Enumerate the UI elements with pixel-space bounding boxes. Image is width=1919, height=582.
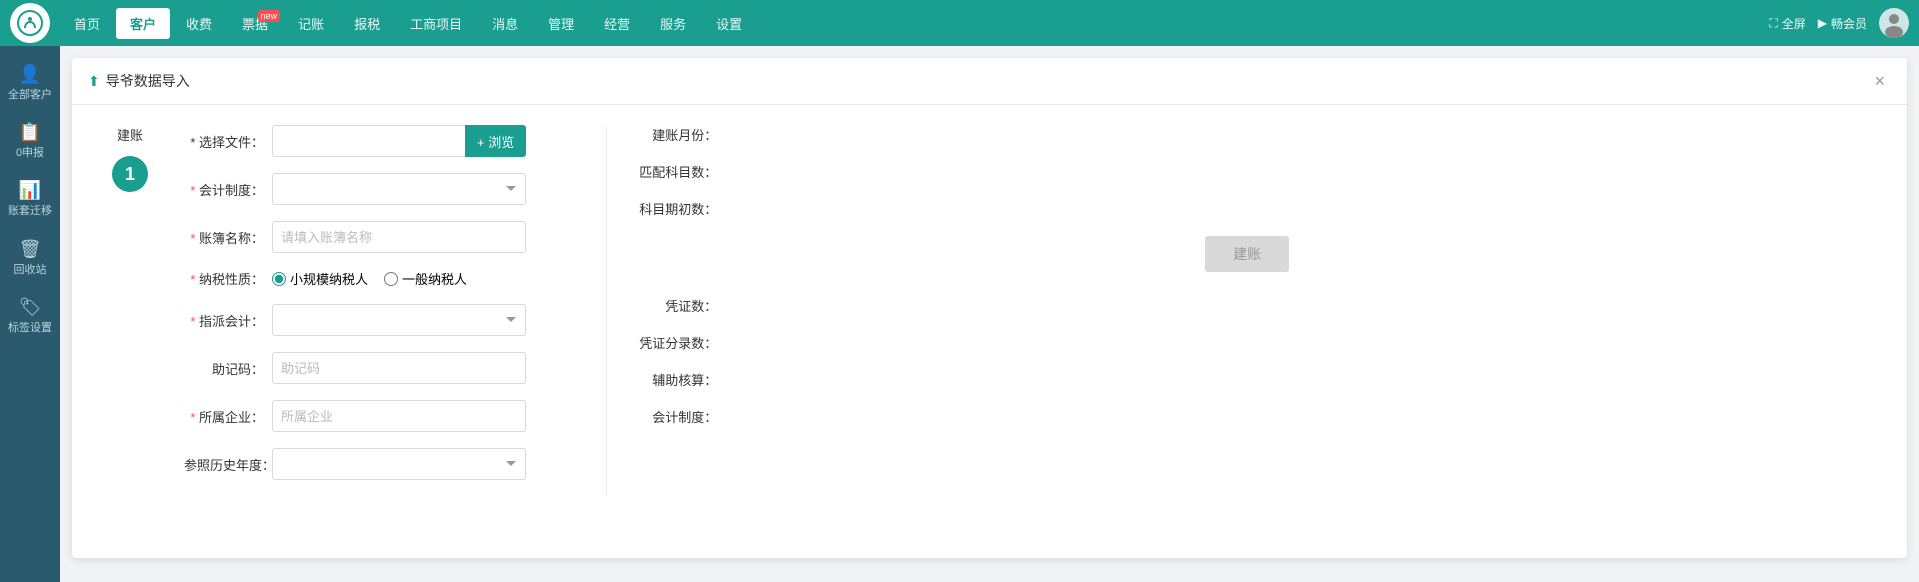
build-btn-area: 建账 bbox=[627, 236, 1867, 272]
build-month-label: 建账月份： bbox=[627, 125, 717, 144]
upload-icon: ⬆ bbox=[88, 73, 100, 90]
auxiliary-row: 辅助核算： bbox=[627, 370, 1867, 389]
tax-small-scale-label: 小规模纳税人 bbox=[290, 269, 368, 288]
company-row: 所属企业： bbox=[184, 400, 526, 432]
dialog-title: ⬆ 导爷数据导入 bbox=[88, 71, 190, 91]
fullscreen-icon: ⛶ bbox=[1769, 16, 1777, 31]
nav-item-messages[interactable]: 消息 bbox=[478, 8, 532, 39]
nav-item-home[interactable]: 首页 bbox=[60, 8, 114, 39]
play-icon: ▶ bbox=[1818, 16, 1827, 30]
company-input[interactable] bbox=[272, 400, 526, 432]
assign-accountant-label: 指派会计： bbox=[184, 311, 264, 330]
sidebar-item-all-clients[interactable]: 👤 全部客户 bbox=[2, 56, 58, 110]
form-spacer bbox=[546, 125, 586, 496]
match-subjects-label: 匹配科目数： bbox=[627, 162, 717, 181]
user-avatar[interactable] bbox=[1879, 8, 1909, 38]
voucher-count-row: 凭证数： bbox=[627, 296, 1867, 315]
account-system-row: 会计制度： bbox=[184, 173, 526, 205]
tax-type-radio-group: 小规模纳税人 一般纳税人 bbox=[272, 269, 467, 288]
member-button[interactable]: ▶ 畅会员 bbox=[1818, 15, 1867, 32]
nav-item-clients[interactable]: 客户 bbox=[116, 8, 170, 39]
sidebar-item-account-migrate[interactable]: 📊 账套迁移 bbox=[2, 172, 58, 226]
match-subjects-row: 匹配科目数： bbox=[627, 162, 1867, 181]
tax-small-scale-radio[interactable] bbox=[272, 272, 286, 286]
voucher-entries-row: 凭证分录数： bbox=[627, 333, 1867, 352]
account-migrate-icon: 📊 bbox=[19, 180, 41, 201]
main-content: ⬆ 导爷数据导入 × 建账 1 bbox=[60, 46, 1919, 582]
left-form: * 选择文件： + 浏览 会计制度： bbox=[184, 125, 526, 496]
nav-item-tax[interactable]: 报税 bbox=[340, 8, 394, 39]
dialog-close-button[interactable]: × bbox=[1868, 70, 1891, 92]
nav-right-actions: ⛶ 全屏 ▶ 畅会员 bbox=[1769, 8, 1909, 38]
nav-item-billing[interactable]: 收费 bbox=[172, 8, 226, 39]
tax-general-label: 一般纳税人 bbox=[402, 269, 467, 288]
dialog-body: 建账 1 * 选择文件： + 浏览 bbox=[72, 105, 1907, 516]
nav-item-operations[interactable]: 经营 bbox=[590, 8, 644, 39]
account-system-select[interactable] bbox=[272, 173, 526, 205]
left-sidebar: 👤 全部客户 📋 0申报 📊 账套迁移 🗑 回收站 🏷 标签设置 bbox=[0, 46, 60, 582]
subject-initial-label: 科目期初数： bbox=[627, 199, 717, 218]
auxiliary-label: 辅助核算： bbox=[627, 370, 717, 389]
right-panel: 建账月份： 匹配科目数： 科目期初数： 建账 bbox=[606, 125, 1867, 496]
sidebar-item-tag-setting[interactable]: 🏷 标签设置 bbox=[2, 289, 58, 343]
declaration-icon: 📋 bbox=[19, 122, 41, 143]
nav-item-business[interactable]: 工商项目 bbox=[396, 8, 476, 39]
company-label: 所属企业： bbox=[184, 407, 264, 426]
dialog-panel: ⬆ 导爷数据导入 × 建账 1 bbox=[72, 58, 1907, 558]
tax-general-option[interactable]: 一般纳税人 bbox=[384, 269, 467, 288]
ledger-name-input[interactable] bbox=[272, 221, 526, 253]
tag-icon: 🏷 bbox=[19, 297, 42, 318]
tax-small-scale-option[interactable]: 小规模纳税人 bbox=[272, 269, 368, 288]
top-navigation: 首页 客户 收费 票据 new 记账 报税 工商项目 消息 管理 经营 服务 设… bbox=[0, 0, 1919, 46]
right-accounting-system-label: 会计制度： bbox=[627, 407, 717, 426]
nav-item-services[interactable]: 服务 bbox=[646, 8, 700, 39]
assign-accountant-row: 指派会计： bbox=[184, 304, 526, 336]
sidebar-item-declaration[interactable]: 📋 0申报 bbox=[2, 114, 58, 168]
file-select-label: * 选择文件： bbox=[184, 132, 264, 151]
history-year-select[interactable] bbox=[272, 448, 526, 480]
all-clients-icon: 👤 bbox=[19, 64, 41, 85]
ledger-name-row: 账簿名称： bbox=[184, 221, 526, 253]
memo-code-row: 助记码： bbox=[184, 352, 526, 384]
build-account-button[interactable]: 建账 bbox=[1205, 236, 1289, 272]
dialog-header: ⬆ 导爷数据导入 × bbox=[72, 58, 1907, 105]
subject-initial-row: 科目期初数： bbox=[627, 199, 1867, 218]
nav-item-settings[interactable]: 设置 bbox=[702, 8, 756, 39]
build-month-row: 建账月份： bbox=[627, 125, 1867, 144]
memo-code-input[interactable] bbox=[272, 352, 526, 384]
tax-general-radio[interactable] bbox=[384, 272, 398, 286]
new-badge: new bbox=[258, 10, 281, 23]
voucher-entries-label: 凭证分录数： bbox=[627, 333, 717, 352]
nav-item-management[interactable]: 管理 bbox=[534, 8, 588, 39]
file-input-group: + 浏览 bbox=[272, 125, 526, 157]
main-layout: 👤 全部客户 📋 0申报 📊 账套迁移 🗑 回收站 🏷 标签设置 ⬆ 导爷数 bbox=[0, 46, 1919, 582]
right-accounting-system-row: 会计制度： bbox=[627, 407, 1867, 426]
step-indicator: 建账 1 bbox=[112, 125, 168, 192]
nav-item-bookkeeping[interactable]: 记账 bbox=[284, 8, 338, 39]
tax-type-row: 纳税性质： 小规模纳税人 一般纳税人 bbox=[184, 269, 526, 288]
account-system-label: 会计制度： bbox=[184, 180, 264, 199]
app-logo[interactable] bbox=[10, 3, 50, 43]
file-input[interactable] bbox=[272, 125, 465, 157]
history-year-row: 参照历史年度： bbox=[184, 448, 526, 480]
fullscreen-button[interactable]: ⛶ 全屏 bbox=[1769, 15, 1805, 32]
file-select-row: * 选择文件： + 浏览 bbox=[184, 125, 526, 157]
tax-type-label: 纳税性质： bbox=[184, 269, 264, 288]
nav-item-invoices[interactable]: 票据 new bbox=[228, 8, 282, 39]
browse-button[interactable]: + 浏览 bbox=[465, 125, 526, 157]
step-number: 1 bbox=[112, 156, 148, 192]
sidebar-item-recycle[interactable]: 🗑 回收站 bbox=[2, 231, 58, 285]
ledger-name-label: 账簿名称： bbox=[184, 228, 264, 247]
history-year-label: 参照历史年度： bbox=[184, 455, 264, 474]
nav-items: 首页 客户 收费 票据 new 记账 报税 工商项目 消息 管理 经营 服务 设… bbox=[60, 8, 1769, 39]
recycle-icon: 🗑 bbox=[19, 239, 42, 260]
assign-accountant-select[interactable] bbox=[272, 304, 526, 336]
memo-code-label: 助记码： bbox=[184, 359, 264, 378]
voucher-count-label: 凭证数： bbox=[627, 296, 717, 315]
